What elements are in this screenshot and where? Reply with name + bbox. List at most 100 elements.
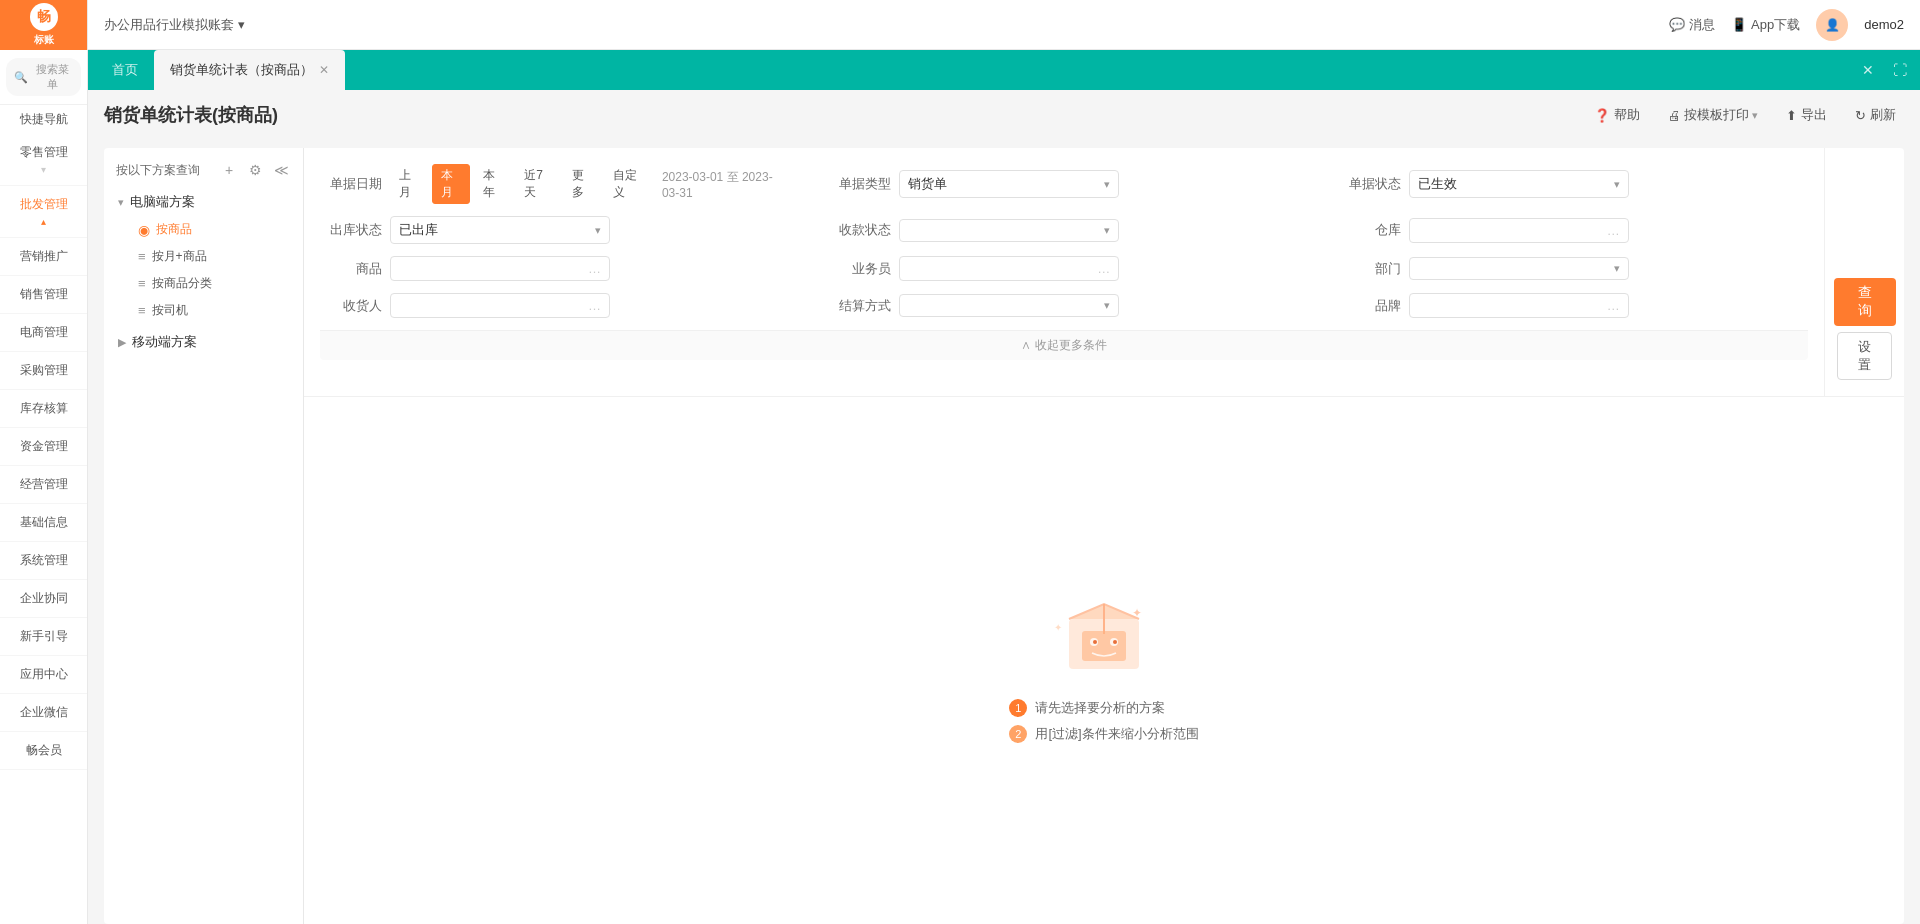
purchase-label: 采购管理 <box>20 362 68 379</box>
sidebar-item-sales[interactable]: 销售管理 <box>0 276 87 314</box>
industry-selector[interactable]: 办公用品行业模拟账套 ▾ <box>104 16 245 34</box>
sidebar-item-wholesale[interactable]: 批发管理 ▴ <box>0 186 87 238</box>
username-label[interactable]: demo2 <box>1864 17 1904 32</box>
query-btn[interactable]: 查询 <box>1834 278 1896 326</box>
brand-input[interactable]: … <box>1409 293 1629 318</box>
date-btn-this-month[interactable]: 本月 <box>432 164 470 204</box>
sidebar-item-marketing[interactable]: 营销推广 <box>0 238 87 276</box>
warehouse-input[interactable]: … <box>1409 218 1629 243</box>
tree-pc-arrow: ▾ <box>118 196 124 209</box>
app-download-label: App下载 <box>1751 16 1800 34</box>
export-btn[interactable]: ⬆ 导出 <box>1778 102 1835 128</box>
app-download-btn[interactable]: 📱 App下载 <box>1731 16 1800 34</box>
print-btn[interactable]: 🖨 按模板打印 ▾ <box>1660 102 1766 128</box>
industry-label: 办公用品行业模拟账套 <box>104 16 234 34</box>
salesperson-label: 业务员 <box>829 260 899 278</box>
tab-sales-stats-close[interactable]: ✕ <box>319 63 329 77</box>
sidebar-item-newbie[interactable]: 新手引导 <box>0 618 87 656</box>
tree-item-by-category[interactable]: ≡ 按商品分类 <box>132 270 295 297</box>
tree-item-by-month-product[interactable]: ≡ 按月+商品 <box>132 243 295 270</box>
left-panel-title: 按以下方案查询 <box>116 162 200 179</box>
left-panel-header: 按以下方案查询 + ⚙ ≪ <box>112 160 295 180</box>
receiver-input[interactable]: … <box>390 293 610 318</box>
refresh-icon: ↻ <box>1855 108 1866 123</box>
product-input[interactable]: … <box>390 256 610 281</box>
collapse-bar[interactable]: ∧ 收起更多条件 <box>320 330 1808 360</box>
search-icon: 🔍 <box>14 71 28 84</box>
date-btn-last-month[interactable]: 上月 <box>390 164 428 204</box>
window-controls: ✕ ⛶ <box>1856 58 1912 82</box>
wholesale-label: 批发管理 <box>20 196 68 213</box>
product-dots[interactable]: … <box>588 261 601 276</box>
window-close-btn[interactable]: ✕ <box>1856 58 1880 82</box>
doc-status-select[interactable]: 已生效 ▾ <box>1409 170 1629 198</box>
sidebar-item-finance[interactable]: 资金管理 <box>0 428 87 466</box>
settlement-select[interactable]: ▾ <box>899 294 1119 317</box>
by-product-icon: ◉ <box>138 222 150 238</box>
tree-pc-label: 电脑端方案 <box>130 193 195 211</box>
salesperson-input[interactable]: … <box>899 256 1119 281</box>
sidebar-item-retail[interactable]: 零售管理 ▾ <box>0 134 87 186</box>
shortcut-nav[interactable]: 快捷导航 <box>0 105 87 134</box>
export-label: 导出 <box>1801 106 1827 124</box>
sidebar-item-member[interactable]: 畅会员 <box>0 732 87 770</box>
date-label: 单据日期 <box>320 175 390 193</box>
system-label: 系统管理 <box>20 552 68 569</box>
message-btn[interactable]: 💬 消息 <box>1669 16 1715 34</box>
sidebar-item-wechat[interactable]: 企业微信 <box>0 694 87 732</box>
sales-label: 销售管理 <box>20 286 68 303</box>
settings-icon: ⚙ <box>249 162 262 178</box>
svg-point-5 <box>1093 640 1097 644</box>
left-panel: 按以下方案查询 + ⚙ ≪ <box>104 148 304 924</box>
apps-label: 应用中心 <box>20 666 68 683</box>
tree-mobile-header[interactable]: ▶ 移动端方案 <box>112 328 295 356</box>
sidebar-item-ecommerce[interactable]: 电商管理 <box>0 314 87 352</box>
tab-sales-stats[interactable]: 销货单统计表（按商品） ✕ <box>154 50 345 90</box>
department-label: 部门 <box>1339 260 1409 278</box>
sidebar-item-system[interactable]: 系统管理 <box>0 542 87 580</box>
payment-status-select[interactable]: ▾ <box>899 219 1119 242</box>
department-select[interactable]: ▾ <box>1409 257 1629 280</box>
tree-pc-header[interactable]: ▾ 电脑端方案 <box>112 188 295 216</box>
settings-scheme-btn[interactable]: ⚙ <box>245 160 265 180</box>
date-range: 2023-03-01 至 2023-03-31 <box>662 169 789 200</box>
sidebar-item-apps[interactable]: 应用中心 <box>0 656 87 694</box>
salesperson-dots[interactable]: … <box>1097 261 1110 276</box>
topbar-actions: 💬 消息 📱 App下载 👤 demo2 <box>1669 9 1904 41</box>
doc-type-value: 销货单 <box>908 175 947 193</box>
search-menu-input[interactable]: 🔍 搜索菜单 <box>6 58 81 96</box>
settings-btn[interactable]: 设置 <box>1837 332 1892 380</box>
sidebar-item-purchase[interactable]: 采购管理 <box>0 352 87 390</box>
tree-item-by-product[interactable]: ◉ 按商品 <box>132 216 295 243</box>
collapse-panel-btn[interactable]: ≪ <box>271 160 291 180</box>
warehouse-dots[interactable]: … <box>1607 223 1620 238</box>
tab-home[interactable]: 首页 <box>96 50 154 90</box>
sidebar-item-inventory[interactable]: 库存核算 <box>0 390 87 428</box>
receiver-dots[interactable]: … <box>588 298 601 313</box>
date-btn-more[interactable]: 更多 <box>563 164 601 204</box>
sidebar-item-basic[interactable]: 基础信息 <box>0 504 87 542</box>
topbar: 办公用品行业模拟账套 ▾ 💬 消息 📱 App下载 👤 demo2 <box>88 0 1920 50</box>
collapse-label: ∧ 收起更多条件 <box>1021 338 1106 352</box>
sidebar-item-enterprise[interactable]: 企业协同 <box>0 580 87 618</box>
window-maximize-btn[interactable]: ⛶ <box>1888 58 1912 82</box>
sidebar-item-operations[interactable]: 经营管理 <box>0 466 87 504</box>
search-menu[interactable]: 🔍 搜索菜单 <box>0 50 87 105</box>
user-avatar[interactable]: 👤 <box>1816 9 1848 41</box>
app-label: 标账 <box>34 33 54 47</box>
tree-item-by-cashier[interactable]: ≡ 按司机 <box>132 297 295 324</box>
by-product-label: 按商品 <box>156 221 192 238</box>
help-btn[interactable]: ❓ 帮助 <box>1586 102 1648 128</box>
refresh-btn[interactable]: ↻ 刷新 <box>1847 102 1904 128</box>
empty-state-area: ✦ ✦ 1 请先选择要分析的方案 2 用[过滤]条件来缩小分析范围 <box>304 397 1904 924</box>
brand-dots[interactable]: … <box>1607 298 1620 313</box>
add-scheme-btn[interactable]: + <box>219 160 239 180</box>
date-btn-custom[interactable]: 自定义 <box>604 164 652 204</box>
export-icon: ⬆ <box>1786 108 1797 123</box>
wholesale-arrow: ▴ <box>41 216 46 227</box>
date-btn-this-year[interactable]: 本年 <box>474 164 512 204</box>
settlement-control: ▾ <box>899 294 1298 317</box>
doc-type-select[interactable]: 销货单 ▾ <box>899 170 1119 198</box>
out-status-select[interactable]: 已出库 ▾ <box>390 216 610 244</box>
date-btn-7days[interactable]: 近7天 <box>515 164 558 204</box>
